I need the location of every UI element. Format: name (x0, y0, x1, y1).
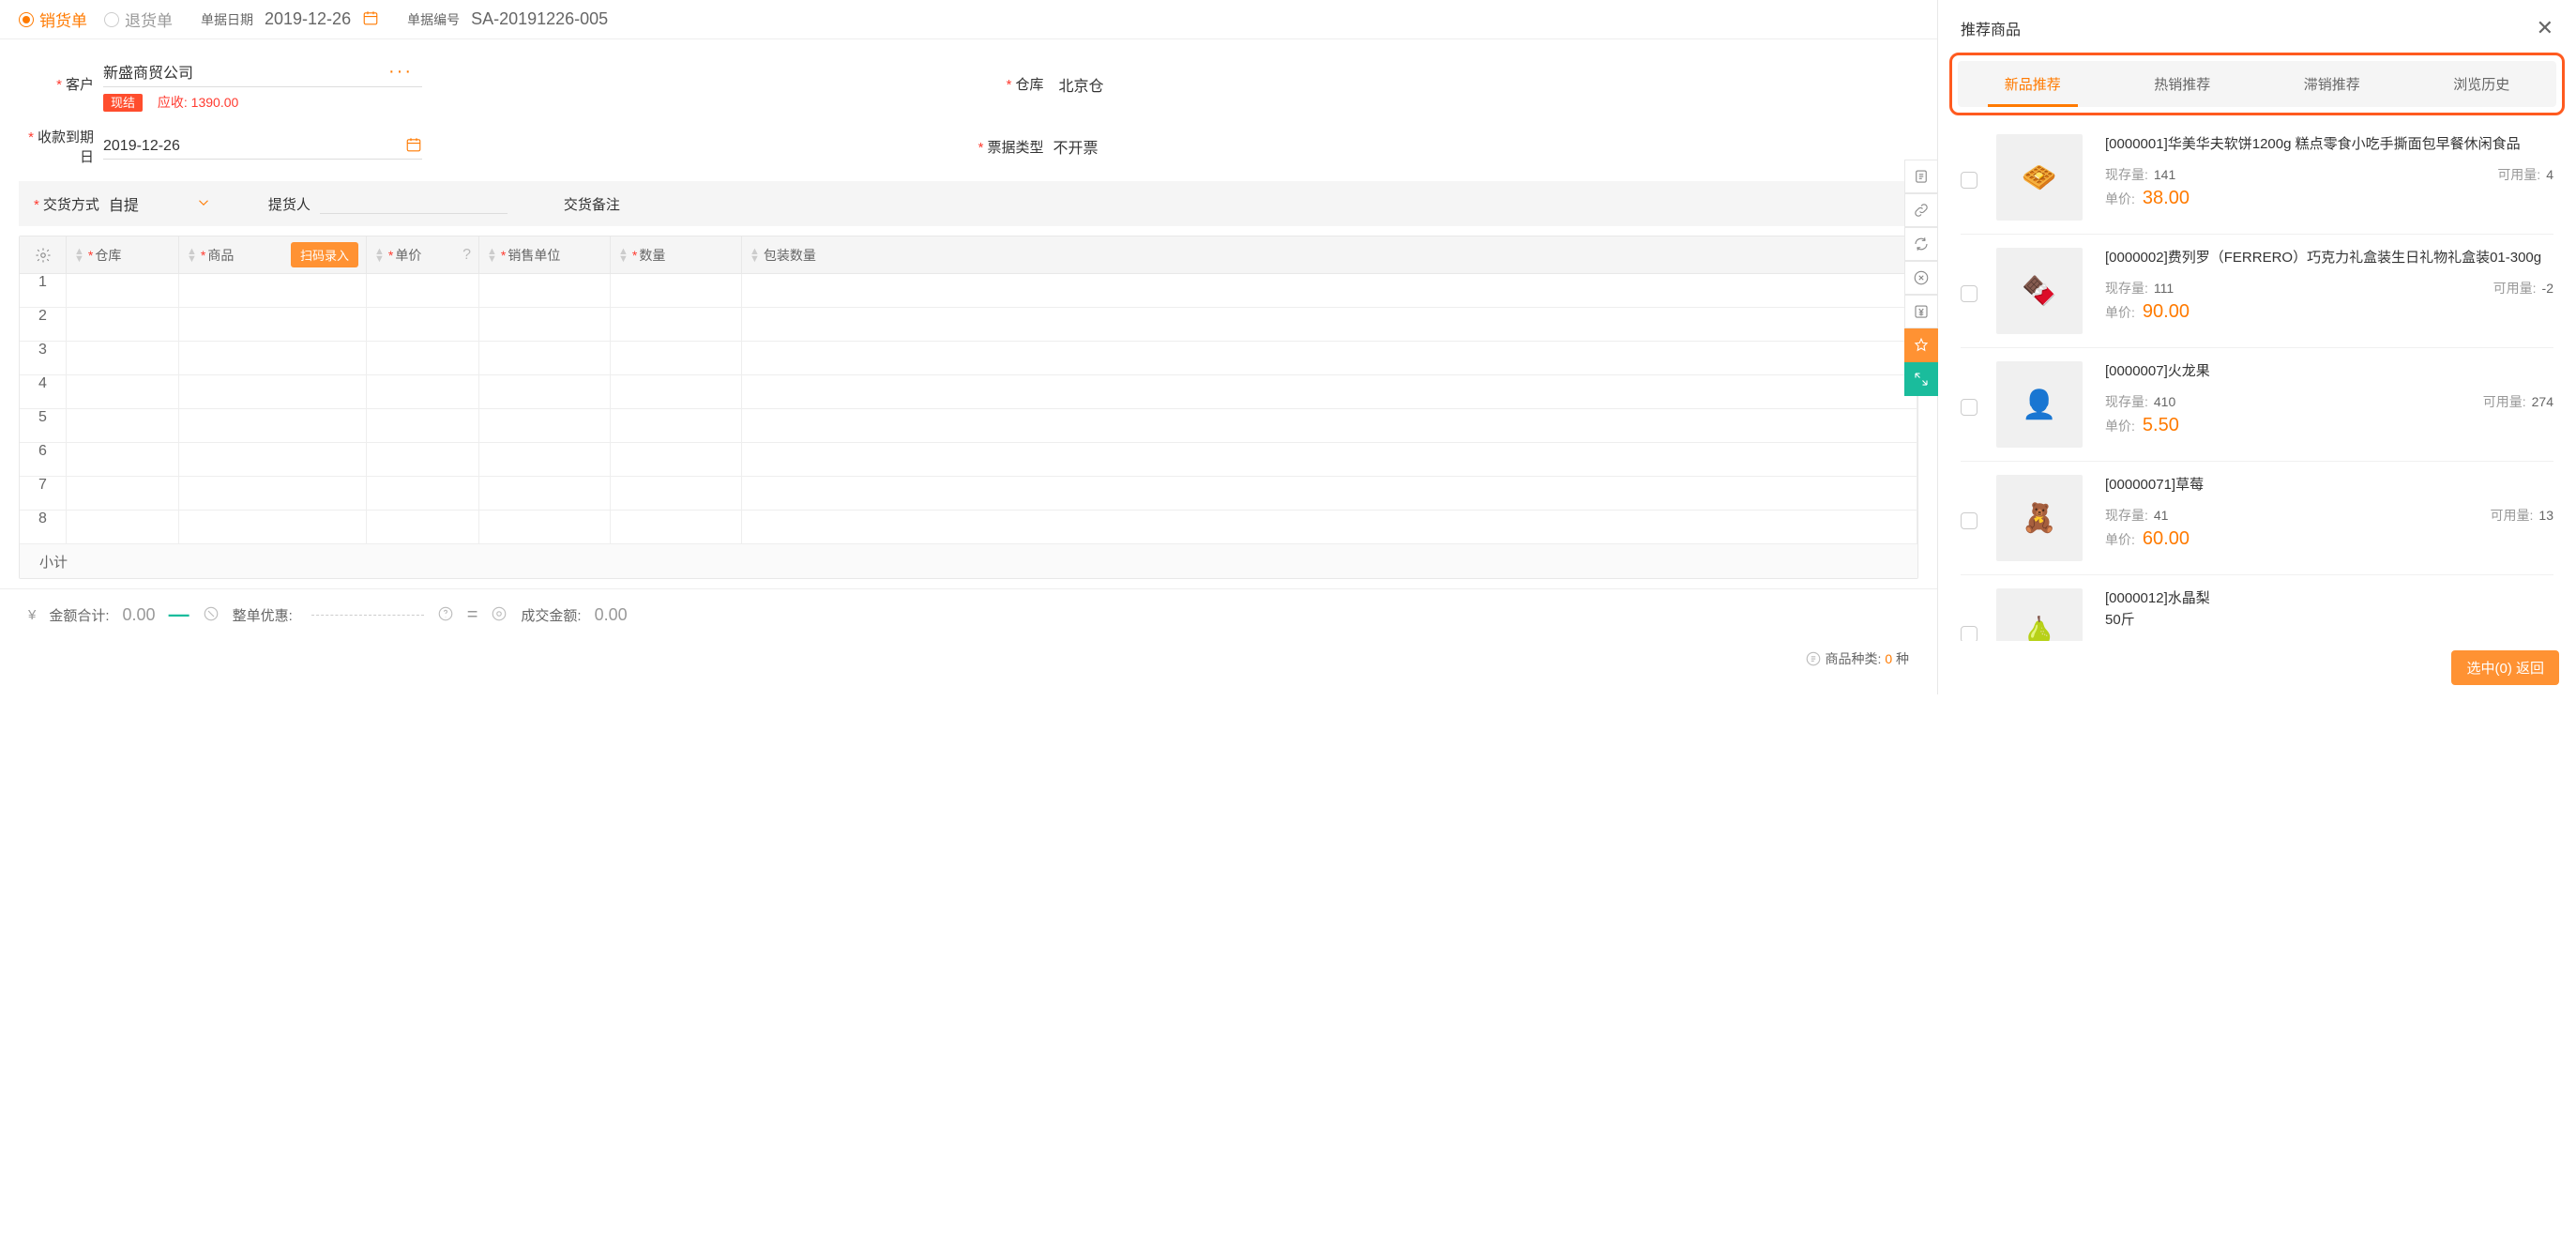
table-settings-icon[interactable] (20, 236, 67, 273)
delivery-method-select[interactable]: 自提 (109, 192, 139, 215)
product-name: [0000007]火龙果 (2105, 361, 2553, 383)
calendar-icon[interactable] (362, 9, 379, 29)
side-link-icon[interactable] (1904, 193, 1938, 227)
paydate-field[interactable]: 2019-12-26 (103, 134, 405, 159)
table-row[interactable]: 6 (20, 443, 1917, 477)
product-image: 👤 (1996, 361, 2083, 448)
table-row[interactable]: 8 (20, 511, 1917, 544)
list-icon (1805, 655, 1826, 670)
number-value: SA-20191226-005 (471, 9, 608, 29)
table-row[interactable]: 5 (20, 409, 1917, 443)
tabs-highlight-box: 新品推荐热销推荐滞销推荐浏览历史 (1949, 53, 2565, 115)
equals-icon: = (467, 604, 478, 626)
product-image: 🧸 (1996, 475, 2083, 561)
product-name: [00000071]草莓 (2105, 475, 2553, 496)
side-sync-icon[interactable] (1904, 227, 1938, 261)
tab-1[interactable]: 热销推荐 (2108, 61, 2258, 107)
yen-icon: ¥ (28, 607, 36, 623)
table-row[interactable]: 3 (20, 342, 1917, 375)
radio-sales-order[interactable]: 销货单 (19, 8, 87, 31)
product-image: 🍫 (1996, 248, 2083, 334)
product-item: 🍫 [0000002]费列罗（FERRERO）巧克力礼盒装生日礼物礼盒装01-30… (1961, 235, 2553, 348)
product-checkbox[interactable] (1961, 285, 1977, 302)
select-return-button[interactable]: 选中(0) 返回 (2451, 650, 2559, 685)
warehouse-field[interactable]: 北京仓 (1053, 69, 1241, 99)
deal-amount-value: 0.00 (595, 605, 628, 625)
minus-icon: — (169, 602, 189, 627)
invoice-type-field[interactable]: 不开票 (1053, 135, 1099, 158)
product-name: [0000012]水晶梨50斤 (2105, 588, 2553, 631)
help-icon[interactable] (437, 605, 454, 625)
radio-return-order[interactable]: 退货单 (104, 8, 173, 31)
deal-amount-label: 成交金额: (521, 605, 581, 625)
product-item: 🍐 [0000012]水晶梨50斤 (1961, 575, 2553, 641)
side-star-icon[interactable] (1904, 328, 1938, 362)
side-note-icon[interactable] (1904, 160, 1938, 193)
product-item: 👤[0000007]火龙果现存量:410可用量:274单价:5.50 (1961, 348, 2553, 462)
date-value[interactable]: 2019-12-26 (265, 9, 351, 29)
product-item: 🧸[00000071]草莓现存量:41可用量:13单价:60.00 (1961, 462, 2553, 575)
help-icon[interactable]: ? (462, 247, 471, 264)
table-row[interactable]: 1 (20, 274, 1917, 308)
table-row[interactable]: 4 (20, 375, 1917, 409)
product-checkbox[interactable] (1961, 172, 1977, 189)
date-label: 单据日期 (201, 10, 253, 29)
close-icon[interactable]: ✕ (2537, 18, 2553, 38)
lock-icon[interactable] (203, 605, 220, 625)
product-name: [0000001]华美华夫软饼1200g 糕点零食小吃手撕面包早餐休闲食品 (2105, 134, 2553, 156)
calendar-icon[interactable] (405, 136, 422, 156)
product-count-value: 0 (1885, 651, 1892, 666)
amount-total-label: 金额合计: (49, 605, 109, 625)
scan-input-button[interactable]: 扫码录入 (291, 242, 358, 267)
product-checkbox[interactable] (1961, 512, 1977, 529)
picker-field[interactable] (320, 193, 508, 214)
side-yen-icon[interactable] (1904, 295, 1938, 328)
side-expand-icon[interactable] (1904, 362, 1938, 396)
receivable-text: 应收: 1390.00 (152, 95, 238, 110)
side-refund-icon[interactable] (1904, 261, 1938, 295)
panel-title: 推荐商品 (1961, 17, 2021, 39)
tab-0[interactable]: 新品推荐 (1958, 61, 2108, 107)
table-row[interactable]: 2 (20, 308, 1917, 342)
customer-field[interactable]: 新盛商贸公司 (103, 56, 379, 86)
table-row[interactable]: 7 (20, 477, 1917, 511)
subtotal-label: 小计 (20, 552, 87, 572)
product-checkbox[interactable] (1961, 399, 1977, 416)
tab-3[interactable]: 浏览历史 (2407, 61, 2557, 107)
product-image: 🧇 (1996, 134, 2083, 221)
number-label: 单据编号 (407, 10, 460, 29)
tab-2[interactable]: 滞销推荐 (2257, 61, 2407, 107)
amount-total-value: 0.00 (123, 605, 156, 625)
product-checkbox[interactable] (1961, 626, 1977, 641)
customer-more-icon[interactable]: ··· (379, 61, 422, 83)
product-item: 🧇[0000001]华美华夫软饼1200g 糕点零食小吃手撕面包早餐休闲食品现存… (1961, 121, 2553, 235)
settle-badge: 现结 (103, 94, 143, 112)
target-icon[interactable] (491, 605, 508, 625)
discount-label: 整单优惠: (233, 605, 293, 625)
chevron-down-icon[interactable] (195, 194, 212, 214)
product-count-label: 商品种类: (1826, 651, 1882, 666)
product-name: [0000002]费列罗（FERRERO）巧克力礼盒装生日礼物礼盒装01-300… (2105, 248, 2553, 269)
product-image: 🍐 (1996, 588, 2083, 641)
discount-input[interactable] (311, 615, 424, 616)
